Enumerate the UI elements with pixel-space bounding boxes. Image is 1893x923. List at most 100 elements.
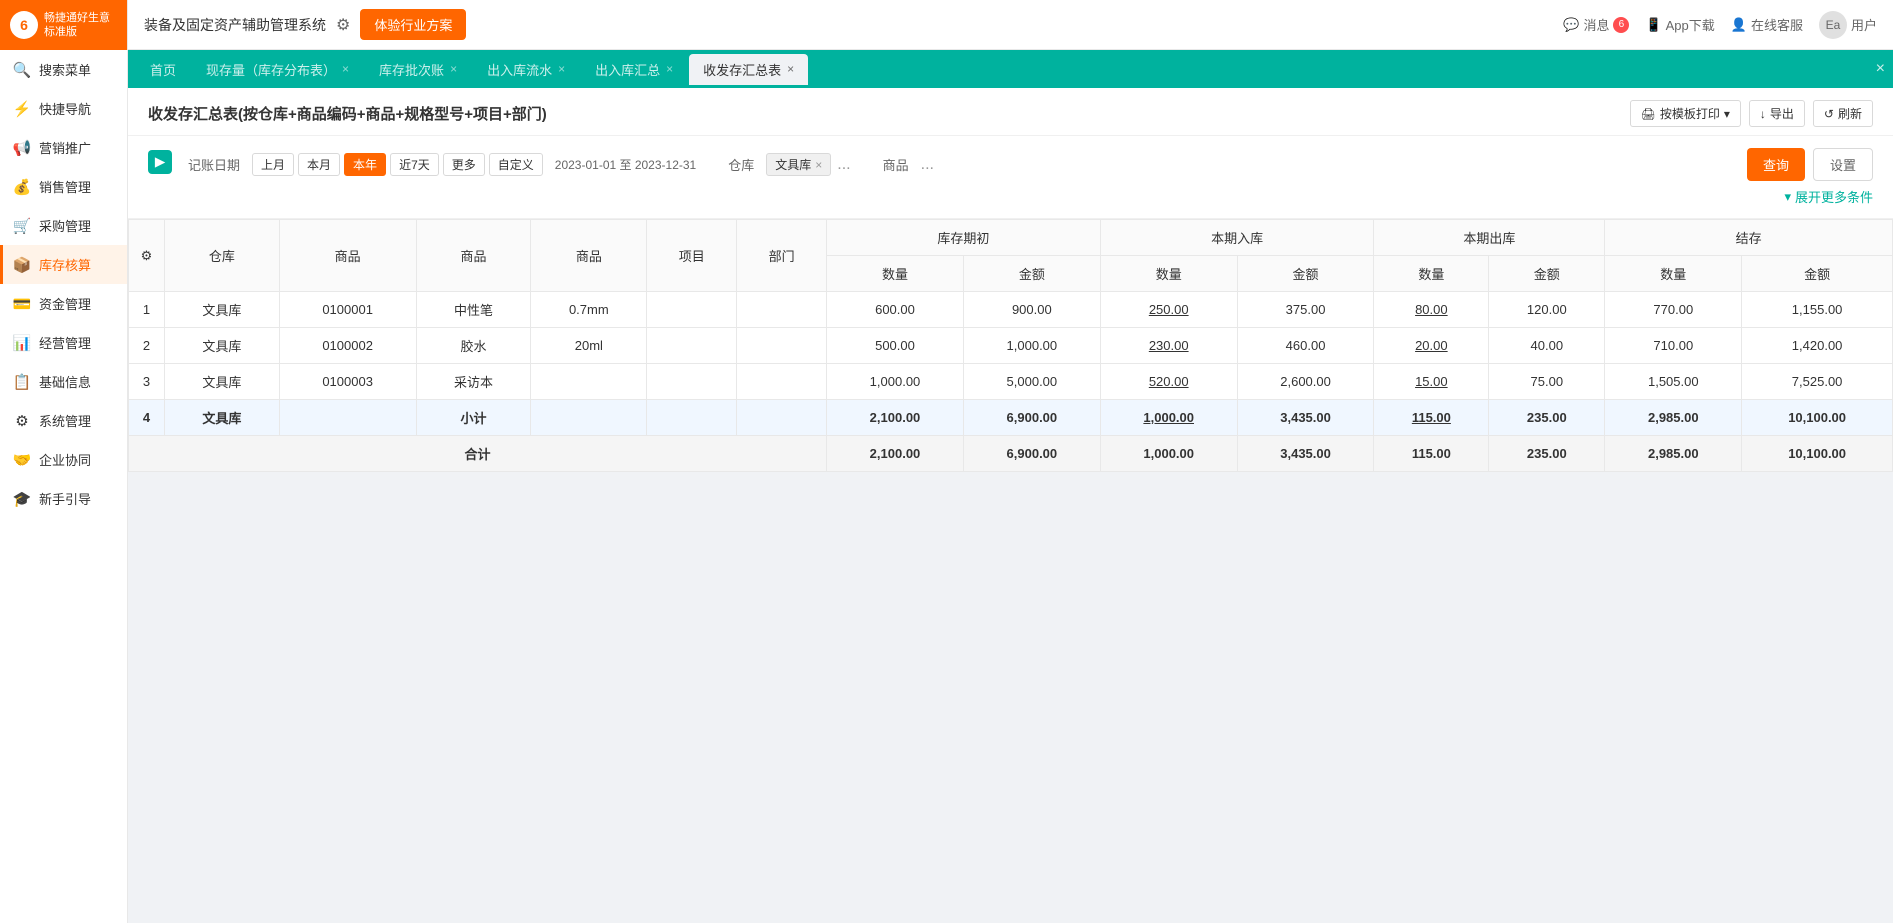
row-name: 胶水 xyxy=(416,328,531,364)
sidebar: 6 畅捷通好生意 标准版 🔍 搜索菜单 ⚡ 快捷导航 📢 营销推广 💰 xyxy=(0,0,128,923)
subtotal-opening-amount: 6,900.00 xyxy=(963,400,1100,436)
col-warehouse-header: 仓库 xyxy=(165,220,280,292)
row-dept xyxy=(737,292,827,328)
row-project xyxy=(647,292,737,328)
row-warehouse: 文具库 xyxy=(165,328,280,364)
subtotal-closing-qty: 2,985.00 xyxy=(1605,400,1742,436)
tab-close-stock[interactable]: × xyxy=(342,62,349,76)
user-btn[interactable]: Ea 用户 xyxy=(1819,11,1877,39)
close-all-tabs-btn[interactable]: × xyxy=(1876,60,1885,78)
gear-icon[interactable]: ⚙ xyxy=(336,15,350,35)
message-badge: 6 xyxy=(1613,17,1629,33)
filter-toggle-btn[interactable]: ▶ xyxy=(148,150,172,174)
message-btn[interactable]: 💬 消息 6 xyxy=(1563,15,1629,34)
filter-groups: 记账日期 上月 本月 本年 近7天 更多 自定义 2023-01-01 至 20… xyxy=(188,148,1873,206)
row-num: 1 xyxy=(129,292,165,328)
row-name: 中性笔 xyxy=(416,292,531,328)
row-opening-qty: 1,000.00 xyxy=(827,364,964,400)
tab-close-inout[interactable]: × xyxy=(666,62,673,76)
goods-more-dots[interactable]: ... xyxy=(921,156,934,174)
sidebar-item-guide[interactable]: 🎓 新手引导 xyxy=(0,479,127,518)
marketing-icon: 📢 xyxy=(13,139,31,157)
export-btn[interactable]: ↓ 导出 xyxy=(1749,100,1805,127)
refresh-icon: ↺ xyxy=(1824,107,1834,121)
sidebar-item-purchase[interactable]: 🛒 采购管理 xyxy=(0,206,127,245)
sidebar-item-inventory[interactable]: 📦 库存核算 xyxy=(0,245,127,284)
tab-stock-summary[interactable]: 收发存汇总表 × xyxy=(689,54,808,85)
row-closing-qty: 1,505.00 xyxy=(1605,364,1742,400)
sidebar-item-enterprise[interactable]: 🤝 企业协同 xyxy=(0,440,127,479)
date-btn-more[interactable]: 更多 xyxy=(443,153,485,176)
sidebar-item-finance[interactable]: 💳 资金管理 xyxy=(0,284,127,323)
sidebar-item-search[interactable]: 🔍 搜索菜单 xyxy=(0,50,127,89)
footer-opening-amount: 6,900.00 xyxy=(963,436,1100,472)
sidebar-item-basic-info[interactable]: 📋 基础信息 xyxy=(0,362,127,401)
page-title: 收发存汇总表(按仓库+商品编码+商品+规格型号+项目+部门) xyxy=(148,103,1630,124)
tab-stock-distribution[interactable]: 现存量（库存分布表） × xyxy=(192,54,363,85)
row-closing-qty: 710.00 xyxy=(1605,328,1742,364)
warehouse-filter: 文具库 × ... xyxy=(766,153,850,176)
tab-close-flow[interactable]: × xyxy=(558,62,565,76)
subtotal-closing-amount: 10,100.00 xyxy=(1742,400,1893,436)
footer-closing-qty: 2,985.00 xyxy=(1605,436,1742,472)
sidebar-logo: 6 畅捷通好生意 标准版 xyxy=(0,0,127,50)
filter-bar: ▶ 记账日期 上月 本月 本年 近7天 更多 自定义 xyxy=(128,136,1893,219)
col-in-amount: 金额 xyxy=(1237,256,1374,292)
try-btn[interactable]: 体验行业方案 xyxy=(360,9,466,40)
col-closing-amount: 金额 xyxy=(1742,256,1893,292)
tab-home[interactable]: 首页 xyxy=(136,54,190,85)
query-btn[interactable]: 查询 xyxy=(1747,148,1805,181)
col-settings[interactable]: ⚙ xyxy=(129,220,165,292)
expand-filter-btn[interactable]: ▾ 展开更多条件 xyxy=(1784,187,1873,206)
chevron-down-expand-icon: ▾ xyxy=(1784,189,1791,205)
date-btn-this-month[interactable]: 本月 xyxy=(298,153,340,176)
app-download-btn[interactable]: 📱 App下载 xyxy=(1645,15,1714,34)
online-service-btn[interactable]: 👤 在线客服 xyxy=(1731,15,1803,34)
subtotal-in-qty: 1,000.00 xyxy=(1100,400,1237,436)
warehouse-more-dots[interactable]: ... xyxy=(837,156,850,174)
sidebar-item-operation[interactable]: 📊 经营管理 xyxy=(0,323,127,362)
col-closing-group: 结存 xyxy=(1605,220,1893,256)
date-btn-custom[interactable]: 自定义 xyxy=(489,153,543,176)
sales-icon: 💰 xyxy=(13,178,31,196)
tab-inout-summary[interactable]: 出入库汇总 × xyxy=(581,54,687,85)
row-closing-qty: 770.00 xyxy=(1605,292,1742,328)
row-spec: 0.7mm xyxy=(531,292,647,328)
sidebar-item-marketing[interactable]: 📢 营销推广 xyxy=(0,128,127,167)
enterprise-icon: 🤝 xyxy=(13,451,31,469)
finance-icon: 💳 xyxy=(13,295,31,313)
footer-out-qty: 115.00 xyxy=(1374,436,1489,472)
topbar-right: 💬 消息 6 📱 App下载 👤 在线客服 Ea 用户 xyxy=(1563,11,1877,39)
date-btn-7days[interactable]: 近7天 xyxy=(390,153,439,176)
warehouse-tag-close[interactable]: × xyxy=(815,158,822,172)
footer-in-amount: 3,435.00 xyxy=(1237,436,1374,472)
row-opening-amount: 1,000.00 xyxy=(963,328,1100,364)
row-dept xyxy=(737,364,827,400)
purchase-icon: 🛒 xyxy=(13,217,31,235)
tab-close-batch[interactable]: × xyxy=(450,62,457,76)
row-num: 3 xyxy=(129,364,165,400)
date-btn-this-year[interactable]: 本年 xyxy=(344,153,386,176)
row-dept xyxy=(737,328,827,364)
topbar: 装备及固定资产辅助管理系统 ⚙ 体验行业方案 💬 消息 6 📱 App下载 👤 … xyxy=(128,0,1893,50)
refresh-btn[interactable]: ↺ 刷新 xyxy=(1813,100,1873,127)
sidebar-item-quick-nav[interactable]: ⚡ 快捷导航 xyxy=(0,89,127,128)
row-opening-amount: 5,000.00 xyxy=(963,364,1100,400)
col-project-header: 项目 xyxy=(647,220,737,292)
row-closing-amount: 1,155.00 xyxy=(1742,292,1893,328)
row-out-qty: 15.00 xyxy=(1374,364,1489,400)
tab-close-summary[interactable]: × xyxy=(787,62,794,76)
sidebar-nav: 🔍 搜索菜单 ⚡ 快捷导航 📢 营销推广 💰 销售管理 🛒 采购管理 📦 xyxy=(0,50,127,923)
logo-icon: 6 xyxy=(10,11,38,39)
sidebar-item-sales[interactable]: 💰 销售管理 xyxy=(0,167,127,206)
row-out-qty: 80.00 xyxy=(1374,292,1489,328)
tab-inout-flow[interactable]: 出入库流水 × xyxy=(473,54,579,85)
date-btn-last-month[interactable]: 上月 xyxy=(252,153,294,176)
print-btn[interactable]: 🖨 按模板打印 ▾ xyxy=(1630,100,1741,127)
sidebar-item-system[interactable]: ⚙ 系统管理 xyxy=(0,401,127,440)
setting-btn[interactable]: 设置 xyxy=(1813,148,1873,181)
subtotal-out-qty: 115.00 xyxy=(1374,400,1489,436)
table-footer: 合计 2,100.00 6,900.00 1,000.00 3,435.00 1… xyxy=(129,436,1893,472)
subtotal-row: 4 文具库 小计 2,100.00 6,900.00 1,000.00 3,43… xyxy=(129,400,1893,436)
tab-batch-account[interactable]: 库存批次账 × xyxy=(365,54,471,85)
